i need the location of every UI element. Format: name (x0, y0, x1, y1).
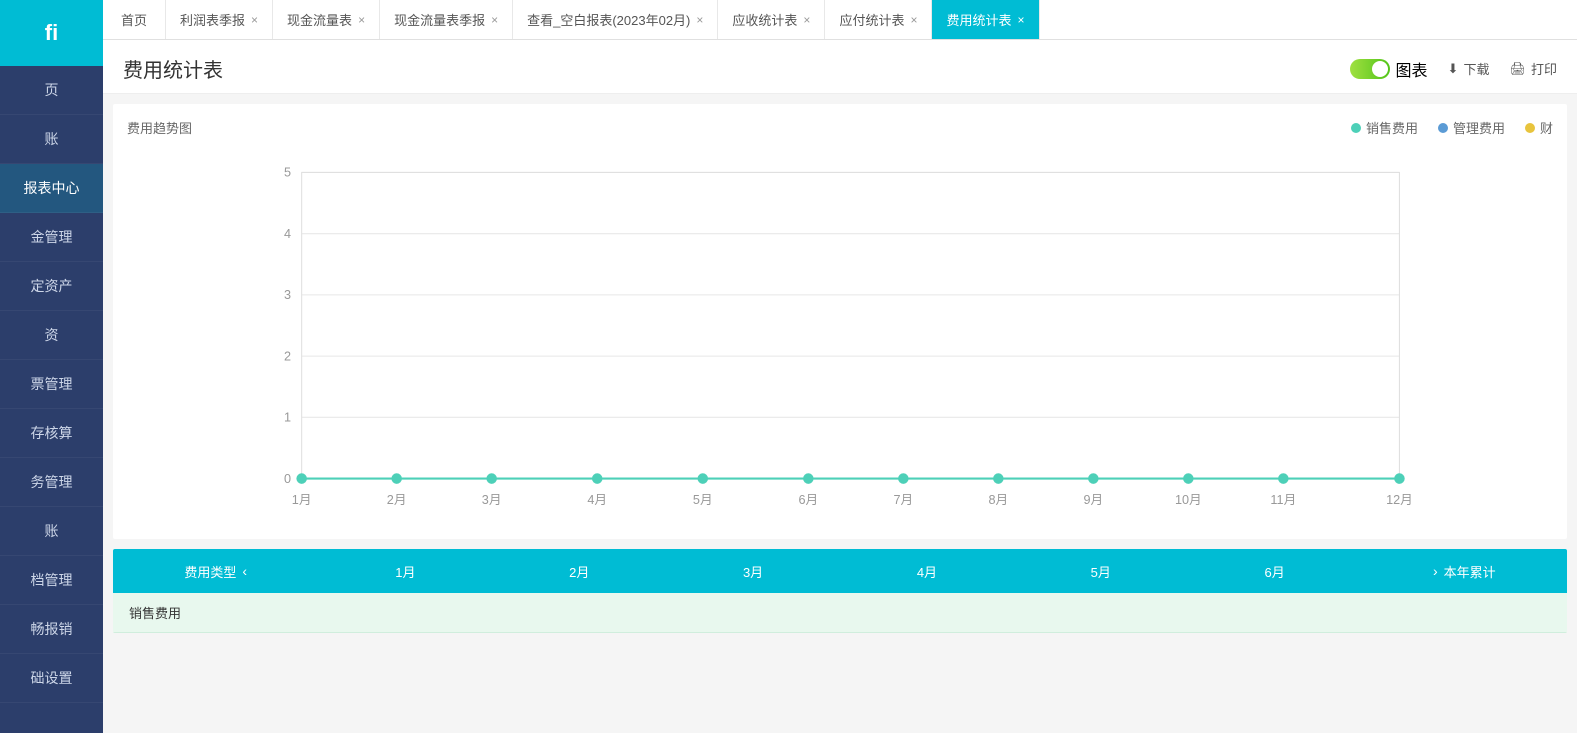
sidebar-item-invoice[interactable]: 票管理 (0, 360, 103, 409)
th-m5: 5月 (1014, 562, 1188, 581)
print-button[interactable]: 🖨 打印 (1509, 59, 1557, 78)
sidebar-item-expense-report[interactable]: 畅报销 (0, 605, 103, 654)
svg-text:2: 2 (284, 349, 291, 363)
tab-close-expense[interactable]: × (1017, 13, 1024, 27)
legend-finance: 财 (1525, 118, 1553, 137)
legend-dot-finance (1525, 123, 1535, 133)
content-area: 费用统计表 图表 ⬇ 下载 🖨 打印 费用趋势图 (103, 40, 1577, 733)
chart-toggle-label: 图表 (1396, 57, 1428, 81)
svg-text:12月: 12月 (1386, 493, 1413, 507)
legend-label-finance: 财 (1540, 118, 1553, 137)
tab-receivable[interactable]: 应收统计表 × (718, 0, 825, 40)
svg-text:4月: 4月 (587, 493, 607, 507)
next-arrow[interactable]: › (1433, 563, 1438, 579)
data-table-section: 费用类型 ‹ 1月 2月 3月 4月 5月 6月 › 本年累计 销售费用 (113, 549, 1567, 633)
svg-text:11月: 11月 (1270, 493, 1296, 507)
svg-text:3月: 3月 (482, 493, 502, 507)
download-icon: ⬇ (1448, 61, 1459, 77)
chart-container: 0 1 2 3 4 5 (127, 145, 1553, 525)
app-logo: fi (0, 0, 103, 66)
th-type: 费用类型 ‹ (113, 562, 318, 581)
legend-label-sales: 销售费用 (1366, 118, 1418, 137)
tab-cashflow-q[interactable]: 现金流量表季报 × (380, 0, 513, 40)
tab-close-receivable[interactable]: × (803, 13, 810, 27)
sidebar-item-service[interactable]: 务管理 (0, 458, 103, 507)
tab-profit[interactable]: 利润表季报 × (166, 0, 273, 40)
svg-text:1: 1 (284, 411, 291, 425)
chart-toggle[interactable] (1350, 59, 1390, 79)
th-m6: 6月 (1188, 562, 1362, 581)
tab-expense[interactable]: 费用统计表 × (932, 0, 1039, 40)
svg-text:2月: 2月 (387, 493, 407, 507)
tab-close-blank-report[interactable]: × (696, 13, 703, 27)
tab-home[interactable]: 首页 (103, 0, 166, 40)
svg-text:8月: 8月 (988, 493, 1008, 507)
svg-text:10月: 10月 (1175, 493, 1202, 507)
print-icon: 🖨 (1509, 61, 1526, 77)
table-row: 销售费用 (113, 593, 1567, 633)
chart-title: 费用趋势图 (127, 118, 192, 137)
svg-text:1月: 1月 (292, 493, 312, 507)
sidebar-item-reports[interactable]: 报表中心 (0, 164, 103, 213)
legend-sales: 销售费用 (1351, 118, 1418, 137)
chart-header: 费用趋势图 销售费用 管理费用 财 (127, 118, 1553, 137)
page-title: 费用统计表 (123, 54, 223, 83)
svg-text:3: 3 (284, 288, 291, 302)
tab-cashflow[interactable]: 现金流量表 × (273, 0, 380, 40)
tab-bar: 首页 利润表季报 × 现金流量表 × 现金流量表季报 × 查看_空白报表(202… (103, 0, 1577, 40)
th-m1: 1月 (318, 562, 492, 581)
legend-dot-admin (1438, 123, 1448, 133)
sidebar-item-home[interactable]: 页 (0, 66, 103, 115)
sidebar-item-archive[interactable]: 档管理 (0, 556, 103, 605)
th-ytd: › 本年累计 (1362, 562, 1567, 581)
sidebar-item-payable[interactable]: 账 (0, 507, 103, 556)
svg-text:5月: 5月 (693, 493, 713, 507)
legend-label-admin: 管理费用 (1453, 118, 1505, 137)
svg-text:4: 4 (284, 227, 291, 241)
tab-close-payable[interactable]: × (910, 13, 917, 27)
svg-text:5: 5 (284, 166, 291, 180)
chart-legend: 销售费用 管理费用 财 (1351, 118, 1553, 137)
sidebar-item-account[interactable]: 账 (0, 115, 103, 164)
page-actions: 图表 ⬇ 下载 🖨 打印 (1350, 57, 1557, 81)
svg-text:7月: 7月 (893, 493, 913, 507)
tab-blank-report[interactable]: 查看_空白报表(2023年02月) × (513, 0, 718, 40)
chart-toggle-wrap: 图表 (1350, 57, 1428, 81)
legend-admin: 管理费用 (1438, 118, 1505, 137)
download-button[interactable]: ⬇ 下载 (1448, 59, 1490, 78)
legend-dot-sales (1351, 123, 1361, 133)
td-type: 销售费用 (113, 603, 325, 622)
tab-payable[interactable]: 应付统计表 × (825, 0, 932, 40)
sidebar-item-investment[interactable]: 资 (0, 311, 103, 360)
table-header: 费用类型 ‹ 1月 2月 3月 4月 5月 6月 › 本年累计 (113, 549, 1567, 593)
sidebar-item-settings[interactable]: 础设置 (0, 654, 103, 703)
tab-close-profit[interactable]: × (251, 13, 258, 27)
sidebar-item-fund[interactable]: 金管理 (0, 213, 103, 262)
chart-section: 费用趋势图 销售费用 管理费用 财 (113, 104, 1567, 539)
th-m4: 4月 (840, 562, 1014, 581)
prev-arrow[interactable]: ‹ (242, 563, 247, 579)
th-m3: 3月 (666, 562, 840, 581)
sidebar: fi 页 账 报表中心 金管理 定资产 资 票管理 存核算 务管理 账 档管理 … (0, 0, 103, 733)
svg-text:9月: 9月 (1083, 493, 1103, 507)
svg-text:0: 0 (284, 472, 291, 486)
sidebar-item-fixed-assets[interactable]: 定资产 (0, 262, 103, 311)
chart-svg: 0 1 2 3 4 5 (127, 145, 1553, 525)
main-area: 首页 利润表季报 × 现金流量表 × 现金流量表季报 × 查看_空白报表(202… (103, 0, 1577, 733)
svg-text:6月: 6月 (798, 493, 818, 507)
sidebar-item-inventory[interactable]: 存核算 (0, 409, 103, 458)
tab-close-cashflow-q[interactable]: × (491, 13, 498, 27)
tab-close-cashflow[interactable]: × (358, 13, 365, 27)
page-header: 费用统计表 图表 ⬇ 下载 🖨 打印 (103, 40, 1577, 94)
th-m2: 2月 (492, 562, 666, 581)
